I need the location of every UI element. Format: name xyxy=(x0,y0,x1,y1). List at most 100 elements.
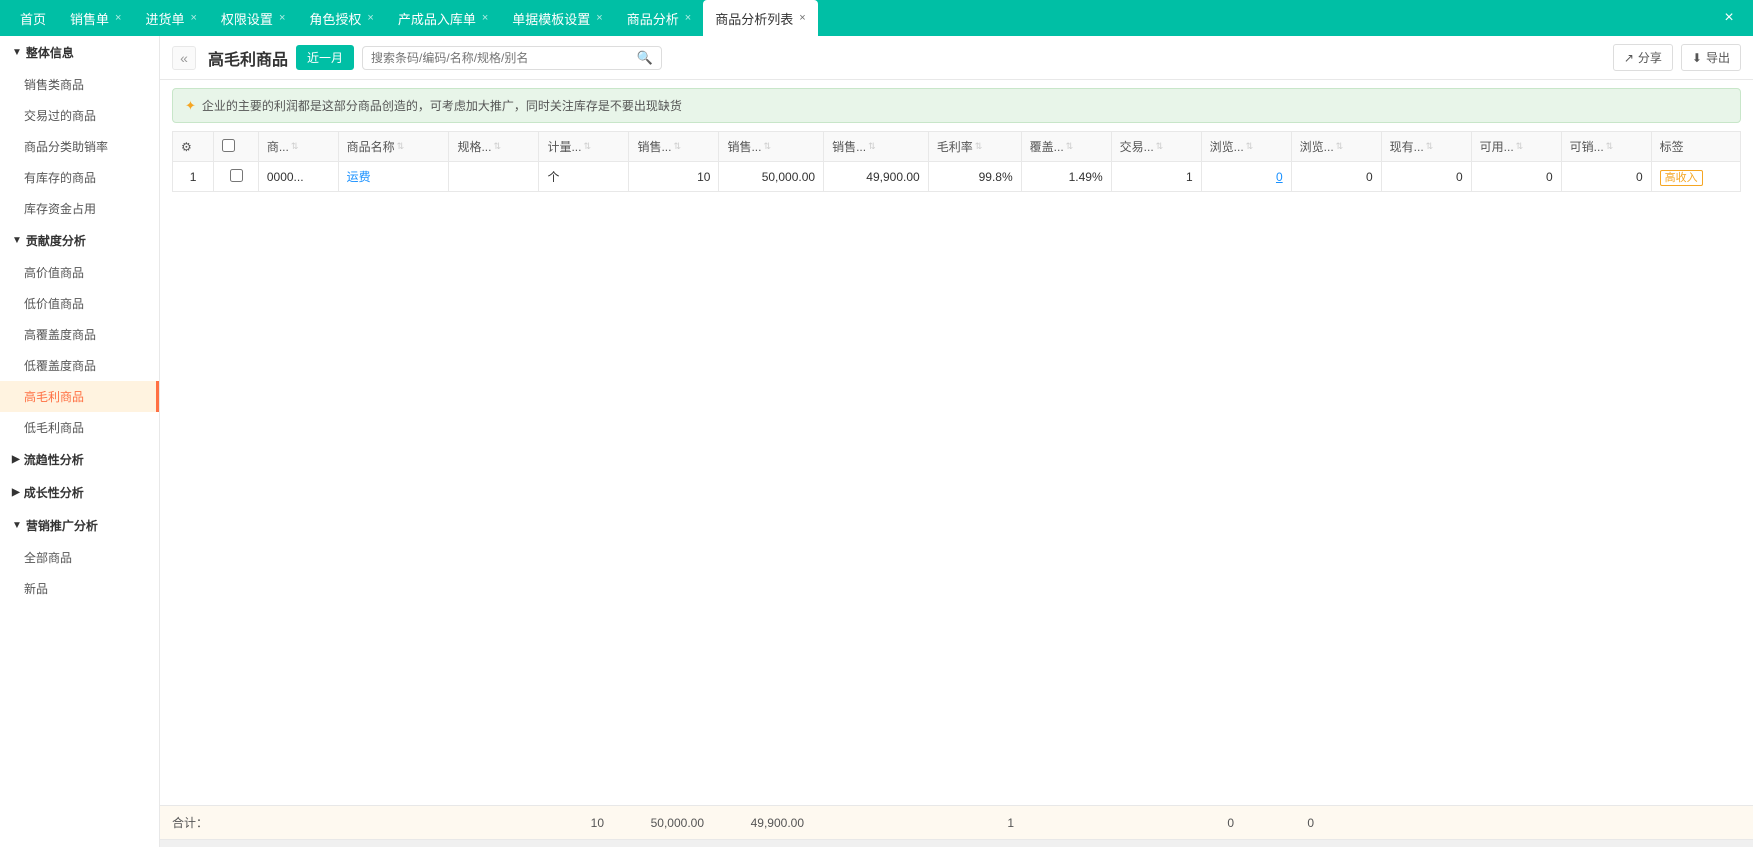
sort-browse2-icon: ⇅ xyxy=(1336,141,1344,152)
col-checkbox[interactable] xyxy=(214,132,259,162)
nav-close-template[interactable]: × xyxy=(596,12,602,24)
nav-home[interactable]: 首页 xyxy=(8,0,58,36)
sort-browse1-icon: ⇅ xyxy=(1246,141,1254,152)
export-button[interactable]: ⬇ 导出 xyxy=(1681,44,1741,71)
cell-available: 0 xyxy=(1471,162,1561,192)
sidebar-item-sales-goods[interactable]: 销售类商品 xyxy=(0,69,159,100)
cell-browse1[interactable]: 0 xyxy=(1201,162,1291,192)
nav-purchase-order[interactable]: 进货单 × xyxy=(133,0,208,36)
sort-code-icon: ⇅ xyxy=(291,141,299,152)
col-unit[interactable]: 计量... ⇅ xyxy=(539,132,629,162)
cell-checkbox[interactable] xyxy=(214,162,259,192)
sidebar-group-trend[interactable]: ▶ 流趋性分析 xyxy=(0,443,159,476)
footer-sales-qty: 10 xyxy=(552,816,612,830)
cell-name[interactable]: 运费 xyxy=(338,162,449,192)
nav-close-analysis[interactable]: × xyxy=(685,12,691,24)
col-settings[interactable]: ⚙ xyxy=(173,132,214,162)
sidebar-item-low-margin[interactable]: 低毛利商品 xyxy=(0,412,159,443)
footer-transactions: 1 xyxy=(952,816,1022,830)
sidebar-item-low-value[interactable]: 低价值商品 xyxy=(0,288,159,319)
horizontal-scrollbar[interactable] xyxy=(160,839,1753,847)
sort-spec-icon: ⇅ xyxy=(493,141,501,152)
nav-close-analysis-list[interactable]: × xyxy=(799,12,805,24)
content-area: « 高毛利商品 近一月 🔍 ↗ 分享 ⬇ 导出 ✦ 企业的主要的利润都是这部 xyxy=(160,36,1753,847)
nav-permissions[interactable]: 权限设置 × xyxy=(209,0,297,36)
sidebar-item-new-products[interactable]: 新品 xyxy=(0,573,159,604)
table-row: 1 0000... 运费 个 10 50,000.00 49,900.00 99… xyxy=(173,162,1741,192)
col-sales-amount[interactable]: 销售... ⇅ xyxy=(719,132,824,162)
nav-finished-goods[interactable]: 产成品入库单 × xyxy=(386,0,500,36)
select-all-checkbox[interactable] xyxy=(222,139,235,152)
sidebar-item-all-goods[interactable]: 全部商品 xyxy=(0,542,159,573)
sidebar-item-high-value[interactable]: 高价值商品 xyxy=(0,257,159,288)
content-header: « 高毛利商品 近一月 🔍 ↗ 分享 ⬇ 导出 xyxy=(160,36,1753,80)
sidebar-group-contribution[interactable]: ▼ 贡献度分析 xyxy=(0,224,159,257)
col-transactions[interactable]: 交易... ⇅ xyxy=(1111,132,1201,162)
table-container: ⚙ 商... ⇅ 商品名称 xyxy=(172,131,1741,805)
cell-sales-cost: 49,900.00 xyxy=(824,162,929,192)
sidebar-group-growth[interactable]: ▶ 成长性分析 xyxy=(0,476,159,509)
nav-close-purchase[interactable]: × xyxy=(190,12,196,24)
cell-spec xyxy=(449,162,539,192)
col-spec[interactable]: 规格... ⇅ xyxy=(449,132,539,162)
col-gross-margin[interactable]: 毛利率 ⇅ xyxy=(928,132,1021,162)
date-filter-recent-month[interactable]: 近一月 xyxy=(296,45,354,70)
cell-tag: 高收入 xyxy=(1651,162,1740,192)
col-sales-qty[interactable]: 销售... ⇅ xyxy=(629,132,719,162)
nav-close-finished[interactable]: × xyxy=(482,12,488,24)
main-layout: ▼ 整体信息 销售类商品 交易过的商品 商品分类助销率 有库存的商品 库存资金占… xyxy=(0,36,1753,847)
arrow-growth: ▶ xyxy=(12,487,20,498)
nav-product-analysis[interactable]: 商品分析 × xyxy=(615,0,703,36)
sidebar-item-stock-capital[interactable]: 库存资金占用 xyxy=(0,193,159,224)
footer-total-bar: 合计： 10 50,000.00 49,900.00 1 0 0 xyxy=(160,805,1753,839)
sidebar: ▼ 整体信息 销售类商品 交易过的商品 商品分类助销率 有库存的商品 库存资金占… xyxy=(0,36,160,847)
search-input[interactable] xyxy=(371,51,637,65)
cell-coverage: 1.49% xyxy=(1021,162,1111,192)
col-tag[interactable]: 标签 xyxy=(1651,132,1740,162)
cell-transactions: 1 xyxy=(1111,162,1201,192)
window-close-button[interactable]: × xyxy=(1713,2,1745,34)
arrow-overall: ▼ xyxy=(12,47,22,58)
collapse-sidebar-button[interactable]: « xyxy=(172,46,196,70)
arrow-marketing: ▼ xyxy=(12,520,22,531)
cell-gross-margin: 99.8% xyxy=(928,162,1021,192)
sidebar-item-low-coverage[interactable]: 低覆盖度商品 xyxy=(0,350,159,381)
share-button[interactable]: ↗ 分享 xyxy=(1613,44,1673,71)
cell-index: 1 xyxy=(173,162,214,192)
nav-template-settings[interactable]: 单据模板设置 × xyxy=(500,0,614,36)
cell-sales-amount: 50,000.00 xyxy=(719,162,824,192)
search-icon[interactable]: 🔍 xyxy=(637,50,653,66)
search-box: 🔍 xyxy=(362,46,662,70)
nav-close-permissions[interactable]: × xyxy=(279,12,285,24)
col-browse1[interactable]: 浏览... ⇅ xyxy=(1201,132,1291,162)
sort-amount-icon: ⇅ xyxy=(763,141,771,152)
sidebar-group-marketing[interactable]: ▼ 营销推广分析 xyxy=(0,509,159,542)
col-sales-cost[interactable]: 销售... ⇅ xyxy=(824,132,929,162)
sidebar-group-overall[interactable]: ▼ 整体信息 xyxy=(0,36,159,69)
sidebar-item-high-margin[interactable]: 高毛利商品 xyxy=(0,381,159,412)
sort-cost-icon: ⇅ xyxy=(868,141,876,152)
share-icon: ↗ xyxy=(1624,51,1634,65)
col-coverage[interactable]: 覆盖... ⇅ xyxy=(1021,132,1111,162)
sidebar-item-traded-goods[interactable]: 交易过的商品 xyxy=(0,100,159,131)
col-available[interactable]: 可用... ⇅ xyxy=(1471,132,1561,162)
cell-browse2: 0 xyxy=(1291,162,1381,192)
top-navigation: 首页 销售单 × 进货单 × 权限设置 × 角色授权 × 产成品入库单 × 单据… xyxy=(0,0,1753,36)
nav-close-sales[interactable]: × xyxy=(115,12,121,24)
sort-coverage-icon: ⇅ xyxy=(1066,141,1074,152)
sidebar-item-high-coverage[interactable]: 高覆盖度商品 xyxy=(0,319,159,350)
col-current-stock[interactable]: 现有... ⇅ xyxy=(1381,132,1471,162)
nav-sales-order[interactable]: 销售单 × xyxy=(58,0,133,36)
nav-close-roles[interactable]: × xyxy=(367,12,373,24)
col-name[interactable]: 商品名称 ⇅ xyxy=(338,132,449,162)
col-saleable[interactable]: 可销... ⇅ xyxy=(1561,132,1651,162)
nav-analysis-list[interactable]: 商品分析列表 × xyxy=(703,0,817,36)
col-code[interactable]: 商... ⇅ xyxy=(258,132,338,162)
sort-saleable-icon: ⇅ xyxy=(1606,141,1614,152)
footer-available: 0 xyxy=(1242,816,1322,830)
col-browse2[interactable]: 浏览... ⇅ xyxy=(1291,132,1381,162)
nav-roles[interactable]: 角色授权 × xyxy=(297,0,385,36)
sidebar-item-in-stock[interactable]: 有库存的商品 xyxy=(0,162,159,193)
sidebar-item-category-rate[interactable]: 商品分类助销率 xyxy=(0,131,159,162)
footer-sales-amount: 50,000.00 xyxy=(612,816,712,830)
